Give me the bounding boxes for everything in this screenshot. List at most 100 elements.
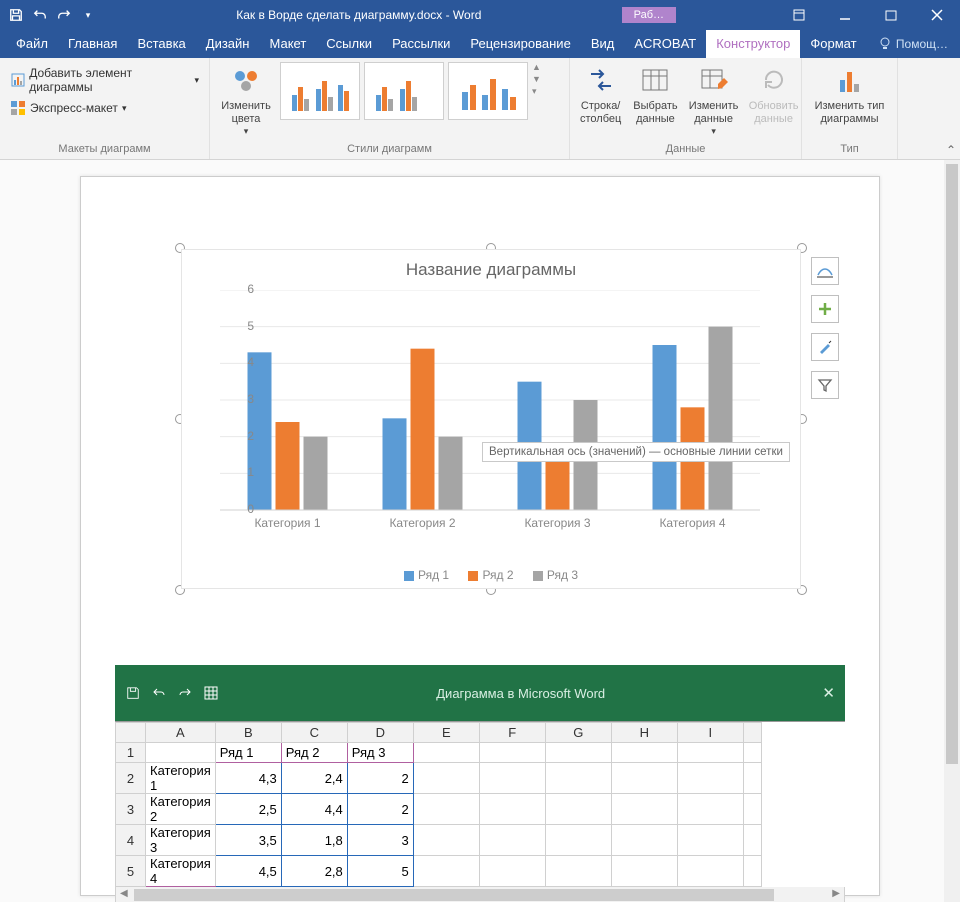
save-icon[interactable] [8,7,24,23]
row-header[interactable]: 2 [116,763,146,794]
cell[interactable] [611,743,677,763]
select-all-cell[interactable] [116,723,146,743]
cell[interactable]: 3 [347,825,413,856]
excel-data-window[interactable]: Диаграмма в Microsoft Word ✕ A B C D E F… [115,665,845,875]
bar[interactable] [411,349,435,510]
chart-style-2[interactable] [364,62,444,120]
cell[interactable]: Категория 1 [146,763,216,794]
cell[interactable] [611,763,677,794]
chart-elements-button[interactable] [811,295,839,323]
col-header[interactable]: E [413,723,479,743]
chart-styles-button[interactable] [811,333,839,361]
chart-style-1[interactable] [280,62,360,120]
bar[interactable] [304,437,328,510]
cell[interactable]: Категория 3 [146,825,216,856]
tab-file[interactable]: Файл [6,30,58,58]
col-header[interactable]: H [611,723,677,743]
excel-undo-icon[interactable] [151,685,167,701]
cell[interactable]: Ряд 1 [215,743,281,763]
tab-references[interactable]: Ссылки [316,30,382,58]
chart-object[interactable]: Название диаграммы 0123456 Категория 1Ка… [181,249,801,589]
minimize-icon[interactable] [822,0,868,30]
cell[interactable] [413,794,479,825]
cell[interactable] [545,743,611,763]
row-header[interactable]: 3 [116,794,146,825]
cell[interactable]: 3,5 [215,825,281,856]
cell[interactable]: Ряд 3 [347,743,413,763]
cell[interactable] [611,856,677,887]
cell[interactable] [413,743,479,763]
tab-view[interactable]: Вид [581,30,625,58]
col-header[interactable]: C [281,723,347,743]
tab-format[interactable]: Формат [800,30,866,58]
col-header[interactable]: F [479,723,545,743]
chart-plot-area[interactable] [220,290,760,520]
change-colors-button[interactable]: Изменить цвета▾ [216,62,276,139]
col-header[interactable]: B [215,723,281,743]
scroll-right-icon[interactable]: ▶ [832,888,840,899]
excel-grid[interactable]: A B C D E F G H I 1 Ряд 1 [115,721,845,902]
switch-row-col-button[interactable]: Строка/ столбец [576,62,625,128]
cell[interactable] [545,825,611,856]
collapse-ribbon-icon[interactable]: ⌃ [946,143,956,157]
tab-design[interactable]: Дизайн [196,30,260,58]
tab-layout[interactable]: Макет [259,30,316,58]
cell[interactable] [545,763,611,794]
edit-data-button[interactable]: Изменить данные▾ [686,62,742,139]
chart-filters-button[interactable] [811,371,839,399]
style-scroll-down-icon[interactable]: ▼ [532,74,541,84]
cell[interactable] [413,856,479,887]
cell[interactable] [479,856,545,887]
excel-grid-icon[interactable] [203,685,219,701]
cell[interactable]: Ряд 2 [281,743,347,763]
cell[interactable] [413,825,479,856]
qat-more-icon[interactable]: ▾ [80,7,96,23]
close-icon[interactable] [914,0,960,30]
excel-titlebar[interactable]: Диаграмма в Microsoft Word ✕ [115,665,845,721]
vertical-scrollbar[interactable] [944,160,960,902]
tab-review[interactable]: Рецензирование [460,30,580,58]
add-chart-element-button[interactable]: Добавить элемент диаграммы ▾ [6,64,203,96]
layout-options-button[interactable] [811,257,839,285]
cell[interactable]: 2 [347,794,413,825]
cell[interactable]: 5 [347,856,413,887]
tab-home[interactable]: Главная [58,30,127,58]
excel-hscrollbar[interactable]: ◀ ▶ [115,887,845,902]
cell[interactable] [479,794,545,825]
cell[interactable] [479,743,545,763]
tab-mailings[interactable]: Рассылки [382,30,460,58]
bar[interactable] [276,422,300,510]
tab-constructor[interactable]: Конструктор [706,30,800,58]
scrollbar-thumb[interactable] [134,889,774,901]
maximize-icon[interactable] [868,0,914,30]
cell[interactable] [743,825,761,856]
cell[interactable] [677,825,743,856]
chart-style-3[interactable] [448,62,528,120]
style-scroll-up-icon[interactable]: ▲ [532,62,541,72]
undo-icon[interactable] [32,7,48,23]
cell[interactable]: 4,5 [215,856,281,887]
style-gallery-more-icon[interactable]: ▾ [532,86,541,97]
chart-title[interactable]: Название диаграммы [182,250,800,286]
cell[interactable]: 1,8 [281,825,347,856]
cell[interactable] [545,856,611,887]
quick-layout-button[interactable]: Экспресс-макет ▾ [6,98,130,118]
bar[interactable] [709,327,733,510]
bar[interactable] [383,418,407,510]
cell[interactable]: 4,3 [215,763,281,794]
excel-close-icon[interactable]: ✕ [822,684,835,702]
cell[interactable]: 4,4 [281,794,347,825]
row-header[interactable]: 1 [116,743,146,763]
col-header[interactable]: G [545,723,611,743]
cell[interactable] [611,825,677,856]
cell[interactable]: 2,5 [215,794,281,825]
tab-acrobat[interactable]: ACROBAT [624,30,706,58]
bar[interactable] [439,437,463,510]
cell[interactable]: 2,8 [281,856,347,887]
ribbon-options-icon[interactable] [776,0,822,30]
scrollbar-thumb[interactable] [946,164,958,764]
cell[interactable] [743,743,761,763]
cell[interactable] [677,856,743,887]
cell[interactable] [743,763,761,794]
excel-redo-icon[interactable] [177,685,193,701]
